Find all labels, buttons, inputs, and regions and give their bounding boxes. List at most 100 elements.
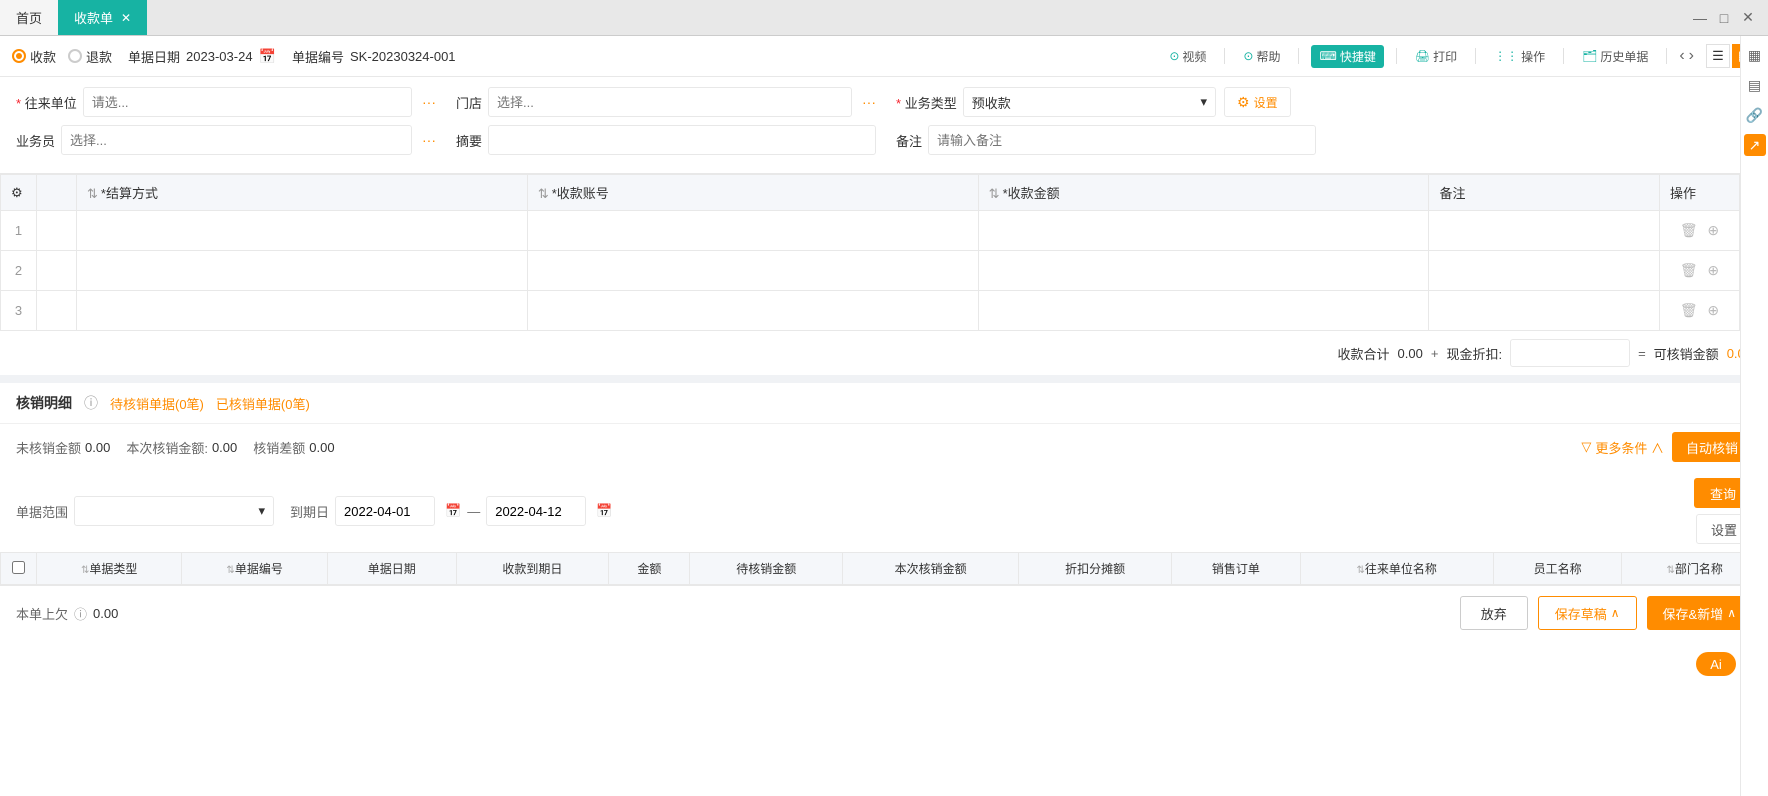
tab-home[interactable]: 首页 bbox=[0, 0, 58, 35]
layout-list-btn[interactable]: ☰ bbox=[1706, 44, 1730, 68]
shortcut-btn[interactable]: ⌨ 快捷键 bbox=[1311, 45, 1383, 68]
col-this-cancel: 本次核销金额 bbox=[843, 553, 1019, 585]
party-input[interactable] bbox=[83, 87, 412, 117]
operate-btn[interactable]: ⋮⋮ 操作 bbox=[1488, 46, 1551, 67]
done-tab[interactable]: 已核销单据(0笔) bbox=[216, 394, 310, 413]
col-amount: ⇅*收款金额 bbox=[978, 175, 1429, 211]
equals-sign: = bbox=[1638, 346, 1646, 361]
col-check bbox=[1, 553, 37, 585]
radio-receive-dot bbox=[12, 49, 26, 63]
row2-amount[interactable] bbox=[978, 251, 1429, 291]
divider4 bbox=[1475, 48, 1476, 64]
row3-num2 bbox=[37, 291, 77, 331]
col-account: ⇅*收款账号 bbox=[527, 175, 978, 211]
cal-to-icon[interactable]: 📅 bbox=[596, 503, 612, 519]
close-btn[interactable]: ✕ bbox=[1740, 10, 1756, 26]
radio-refund[interactable]: 退款 bbox=[68, 47, 112, 66]
cal-from-icon[interactable]: 📅 bbox=[445, 503, 461, 519]
panel-grid-icon[interactable]: ▦ bbox=[1744, 44, 1766, 66]
row3-copy-btn[interactable]: ⊕ bbox=[1707, 302, 1719, 318]
save-new-btn[interactable]: 保存&新增 ∧ bbox=[1647, 596, 1752, 630]
radio-refund-label: 退款 bbox=[86, 47, 112, 66]
bottom-table-wrapper: ⇅单据类型 ⇅单据编号 单据日期 收款到期日 金额 待核销金额 本次核销金额 折… bbox=[0, 552, 1768, 585]
row2-remark[interactable] bbox=[1429, 251, 1660, 291]
main-container: 收款 退款 单据日期 2023-03-24 📅 单据编号 SK-20230324… bbox=[0, 36, 1768, 796]
party-more-btn[interactable]: ··· bbox=[422, 94, 436, 110]
range-select[interactable]: ▾ bbox=[74, 496, 274, 526]
row3-amount[interactable] bbox=[978, 291, 1429, 331]
tab-receipt[interactable]: 收款单 ✕ bbox=[58, 0, 147, 35]
benci-info-icon[interactable]: ⓘ bbox=[74, 604, 87, 623]
row2-copy-btn[interactable]: ⊕ bbox=[1707, 262, 1719, 278]
due-label: 到期日 bbox=[290, 502, 329, 521]
table-wrapper: ⚙ ⇅*结算方式 ⇅*收款账号 ⇅*收款金额 备注 操作 1 bbox=[0, 174, 1768, 331]
maximize-btn[interactable]: □ bbox=[1716, 10, 1732, 26]
help-btn[interactable]: ⊙ 帮助 bbox=[1237, 46, 1286, 67]
history-btn[interactable]: 🗂 历史单据 bbox=[1576, 46, 1654, 67]
row3-delete-btn[interactable]: 🗑 bbox=[1680, 302, 1698, 318]
row3-remark[interactable] bbox=[1429, 291, 1660, 331]
form-settings-btn[interactable]: ⚙ 设置 bbox=[1224, 87, 1291, 117]
summary-label: 摘要 bbox=[456, 131, 482, 150]
col-sales-order: 销售订单 bbox=[1171, 553, 1300, 585]
shop-input[interactable] bbox=[488, 87, 852, 117]
panel-list-icon[interactable]: ▤ bbox=[1744, 74, 1766, 96]
plus-sign: + bbox=[1431, 346, 1439, 361]
radio-receive[interactable]: 收款 bbox=[12, 47, 56, 66]
hexiao-info-icon[interactable]: ⓘ bbox=[84, 393, 98, 413]
row1-copy-btn[interactable]: ⊕ bbox=[1707, 222, 1719, 238]
panel-link-icon[interactable]: 🔗 bbox=[1744, 104, 1766, 126]
benci-value: 0.00 bbox=[93, 606, 118, 621]
number-value: SK-20230324-001 bbox=[350, 49, 456, 64]
col-gear[interactable]: ⚙ bbox=[1, 175, 37, 211]
receipt-table: ⚙ ⇅*结算方式 ⇅*收款账号 ⇅*收款金额 备注 操作 1 bbox=[0, 174, 1740, 331]
print-icon: 🖨 bbox=[1415, 49, 1430, 63]
total-value: 0.00 bbox=[1398, 346, 1423, 361]
tab-close-icon[interactable]: ✕ bbox=[121, 11, 131, 25]
print-btn[interactable]: 🖨 打印 bbox=[1409, 46, 1463, 67]
ai-badge[interactable]: Ai bbox=[1696, 652, 1736, 676]
summary-field: 摘要 bbox=[456, 125, 876, 155]
date-from-input[interactable] bbox=[335, 496, 435, 526]
save-draft-btn[interactable]: 保存草稿 ∧ bbox=[1538, 596, 1637, 630]
row2-account[interactable] bbox=[527, 251, 978, 291]
biz-type-select[interactable]: 预收款 ▾ bbox=[963, 87, 1216, 117]
uncancelled-stat: 未核销金额 0.00 bbox=[16, 438, 110, 457]
panel-expand-icon[interactable]: ↗ bbox=[1744, 134, 1766, 156]
table-row: 2 🗑 ⊕ bbox=[1, 251, 1740, 291]
shop-field: 门店 ··· bbox=[456, 87, 876, 117]
remark-input[interactable] bbox=[928, 125, 1316, 155]
print-label: 打印 bbox=[1433, 48, 1457, 65]
calendar-icon[interactable]: 📅 bbox=[259, 48, 276, 65]
more-conditions-btn[interactable]: ▽ 更多条件 ∧ bbox=[1581, 438, 1664, 457]
abandon-btn[interactable]: 放弃 bbox=[1460, 596, 1528, 630]
row1-settle[interactable] bbox=[77, 211, 528, 251]
discount-input[interactable] bbox=[1510, 339, 1630, 367]
row2-delete-btn[interactable]: 🗑 bbox=[1680, 262, 1698, 278]
date-to-input[interactable] bbox=[486, 496, 586, 526]
row1-amount[interactable] bbox=[978, 211, 1429, 251]
col-settle-method: ⇅*结算方式 bbox=[77, 175, 528, 211]
row3-account[interactable] bbox=[527, 291, 978, 331]
staff-more-btn[interactable]: ··· bbox=[422, 132, 436, 148]
shop-label: 门店 bbox=[456, 93, 482, 112]
shop-more-btn[interactable]: ··· bbox=[862, 94, 876, 110]
hexiao-stats: 未核销金额 0.00 本次核销金额: 0.00 核销差额 0.00 ▽ 更多条件… bbox=[0, 424, 1768, 470]
row1-remark[interactable] bbox=[1429, 211, 1660, 251]
staff-input[interactable] bbox=[61, 125, 412, 155]
nav-next-btn[interactable]: › bbox=[1689, 47, 1694, 65]
hexiao-section: 核销明细 ⓘ 待核销单据(0笔) 已核销单据(0笔) 未核销金额 0.00 本次… bbox=[0, 383, 1768, 585]
row1-account[interactable] bbox=[527, 211, 978, 251]
summary-input[interactable] bbox=[488, 125, 876, 155]
select-all-checkbox[interactable] bbox=[12, 561, 25, 574]
biz-type-chevron: ▾ bbox=[1200, 94, 1207, 110]
nav-prev-btn[interactable]: ‹ bbox=[1679, 47, 1684, 65]
row3-settle[interactable] bbox=[77, 291, 528, 331]
pending-tab[interactable]: 待核销单据(0笔) bbox=[110, 394, 204, 413]
minimize-btn[interactable]: — bbox=[1692, 10, 1708, 26]
summary-row: 收款合计 0.00 + 现金折扣: = 可核销金额 0.00 bbox=[0, 331, 1768, 375]
history-label: 历史单据 bbox=[1600, 48, 1648, 65]
row2-settle[interactable] bbox=[77, 251, 528, 291]
video-btn[interactable]: ⊙ 视频 bbox=[1163, 46, 1212, 67]
row1-delete-btn[interactable]: 🗑 bbox=[1680, 222, 1698, 238]
